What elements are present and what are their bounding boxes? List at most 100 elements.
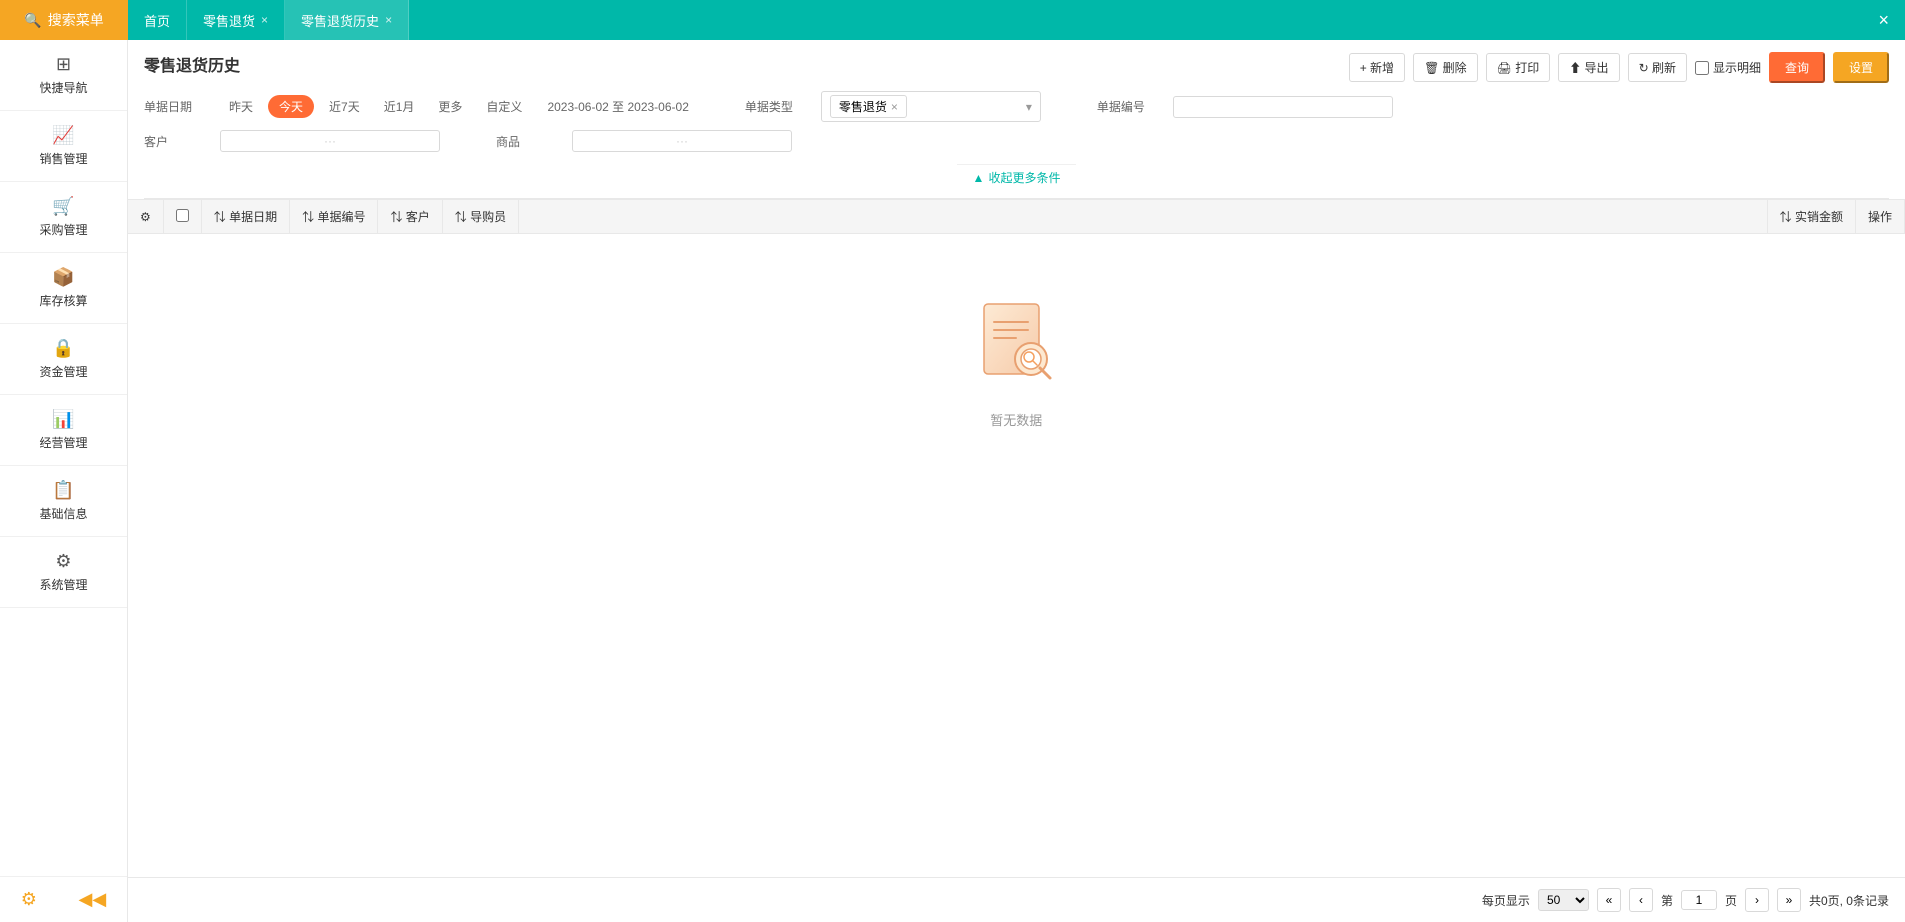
type-filter-select[interactable]: 零售退货 × ▾ <box>821 91 1041 122</box>
table-wrapper: ⚙ ⇅ 单据日期 ⇅ 单据编号 ⇅ 客户 <box>128 200 1905 877</box>
sidebar-item-basic-info[interactable]: 📋 基础信息 <box>0 466 127 537</box>
goods-placeholder: ··· <box>676 134 688 148</box>
audio-bottom-icon[interactable]: ◀◀ <box>79 889 107 910</box>
sales-icon: 📈 <box>52 125 74 146</box>
docnum-filter-input[interactable] <box>1173 96 1393 118</box>
th-spacer <box>519 200 1768 234</box>
page-num-input[interactable] <box>1681 890 1717 910</box>
date-more[interactable]: 更多 <box>429 95 471 118</box>
page-first-button[interactable]: « <box>1597 888 1621 912</box>
th-customer[interactable]: ⇅ 客户 <box>378 200 442 234</box>
export-button[interactable]: ⬆ 导出 <box>1558 53 1619 82</box>
page-prev-button[interactable]: ‹ <box>1629 888 1653 912</box>
empty-text: 暂无数据 <box>990 410 1042 429</box>
top-bar: 🔍 搜索菜单 首页 零售退货 × 零售退货历史 × × <box>0 0 1905 40</box>
sidebar-item-operations[interactable]: 📊 经营管理 <box>0 395 127 466</box>
type-tag-close[interactable]: × <box>891 100 898 114</box>
page-next-button[interactable]: › <box>1745 888 1769 912</box>
search-menu-label: 搜索菜单 <box>48 10 104 30</box>
window-close-button[interactable]: × <box>1878 10 1889 31</box>
empty-state: 暂无数据 <box>128 234 1905 489</box>
page-last-button[interactable]: » <box>1777 888 1801 912</box>
display-detail-label: 显示明细 <box>1713 59 1761 76</box>
customer-filter-input[interactable]: ··· <box>220 130 440 152</box>
goods-filter-label: 商品 <box>496 133 556 150</box>
sidebar-item-basic-info-label: 基础信息 <box>39 505 87 522</box>
tab-retail-return[interactable]: 零售退货 × <box>187 0 285 40</box>
th-num[interactable]: ⇅ 单据编号 <box>290 200 378 234</box>
th-gear[interactable]: ⚙ <box>128 200 163 234</box>
new-button[interactable]: + 新增 <box>1349 53 1405 82</box>
th-date-label: ⇅ 单据日期 <box>214 210 277 224</box>
date-7days[interactable]: 近7天 <box>320 95 369 118</box>
empty-row: 暂无数据 <box>128 234 1905 490</box>
sidebar-item-finance[interactable]: 🔒 资金管理 <box>0 324 127 395</box>
date-1month[interactable]: 近1月 <box>375 95 424 118</box>
data-table: ⚙ ⇅ 单据日期 ⇅ 单据编号 ⇅ 客户 <box>128 200 1905 489</box>
sidebar-item-sales[interactable]: 📈 销售管理 <box>0 111 127 182</box>
sidebar-item-system-label: 系统管理 <box>39 576 87 593</box>
date-today[interactable]: 今天 <box>268 95 314 118</box>
date-range-value: 2023-06-02 至 2023-06-02 <box>547 98 688 115</box>
tab-retail-return-history-close[interactable]: × <box>385 13 392 27</box>
th-checkbox[interactable] <box>163 200 201 234</box>
th-customer-label: ⇅ 客户 <box>390 210 429 224</box>
th-date[interactable]: ⇅ 单据日期 <box>201 200 289 234</box>
page-suffix: 页 <box>1725 892 1737 909</box>
display-switch: 显示明细 <box>1695 59 1761 76</box>
refresh-button[interactable]: ↻ 刷新 <box>1628 53 1687 82</box>
pagination-bar: 每页显示 20 50 100 « ‹ 第 页 › » 共0页, 0条记录 <box>128 877 1905 922</box>
finance-icon: 🔒 <box>52 338 74 359</box>
purchase-icon: 🛒 <box>52 196 74 217</box>
sidebar-item-inventory[interactable]: 📦 库存核算 <box>0 253 127 324</box>
inventory-icon: 📦 <box>52 267 74 288</box>
page-size-select[interactable]: 20 50 100 <box>1538 889 1589 911</box>
query-button[interactable]: 查询 <box>1769 52 1825 83</box>
delete-button[interactable]: 🗑 删除 <box>1413 53 1478 82</box>
sidebar-item-purchase[interactable]: 🛒 采购管理 <box>0 182 127 253</box>
layout: ⊞ 快捷导航 📈 销售管理 🛒 采购管理 📦 库存核算 🔒 资金管理 📊 经营管… <box>0 40 1905 922</box>
tab-retail-return-history[interactable]: 零售退货历史 × <box>285 0 409 40</box>
display-detail-checkbox[interactable] <box>1695 61 1709 75</box>
system-icon: ⚙ <box>55 551 71 572</box>
basic-info-icon: 📋 <box>52 480 74 501</box>
select-all-checkbox[interactable] <box>176 209 189 222</box>
th-action: 操作 <box>1855 200 1904 234</box>
tab-retail-return-history-label: 零售退货历史 <box>301 11 379 30</box>
sidebar-item-finance-label: 资金管理 <box>39 363 87 380</box>
sidebar-item-system[interactable]: ⚙ 系统管理 <box>0 537 127 608</box>
page-header: 零售退货历史 + 新增 🗑 删除 🖨 打印 ⬆ 导出 ↻ 刷新 显示明细 查询 … <box>128 40 1905 200</box>
th-amount[interactable]: ⇅ 实销金额 <box>1767 200 1855 234</box>
date-yesterday[interactable]: 昨天 <box>220 95 262 118</box>
search-menu-button[interactable]: 🔍 搜索菜单 <box>0 0 128 40</box>
tab-home[interactable]: 首页 <box>128 0 187 40</box>
top-bar-right: × <box>1878 10 1905 31</box>
main-content: 零售退货历史 + 新增 🗑 删除 🖨 打印 ⬆ 导出 ↻ 刷新 显示明细 查询 … <box>128 40 1905 922</box>
type-dropdown-icon: ▾ <box>1026 100 1032 114</box>
sidebar-item-inventory-label: 库存核算 <box>39 292 87 309</box>
date-custom[interactable]: 自定义 <box>477 95 531 118</box>
sidebar-item-quick-nav[interactable]: ⊞ 快捷导航 <box>0 40 127 111</box>
th-action-label: 操作 <box>1868 210 1892 224</box>
docnum-filter-label: 单据编号 <box>1097 98 1157 115</box>
operations-icon: 📊 <box>52 409 74 430</box>
tab-retail-return-close[interactable]: × <box>261 13 268 27</box>
print-button[interactable]: 🖨 打印 <box>1486 53 1551 82</box>
pagination-summary: 共0页, 0条记录 <box>1809 892 1889 909</box>
tab-retail-return-label: 零售退货 <box>203 11 255 30</box>
type-tag-value: 零售退货 <box>839 98 887 115</box>
page-title: 零售退货历史 <box>144 52 240 76</box>
th-amount-label: ⇅ 实销金额 <box>1780 210 1843 224</box>
filter-area: 单据日期 昨天 今天 近7天 近1月 更多 自定义 2023-06-02 至 2… <box>144 91 1889 199</box>
page-size-label: 每页显示 <box>1482 892 1530 909</box>
setting-button[interactable]: 设置 <box>1833 52 1889 83</box>
th-guide[interactable]: ⇅ 导购员 <box>442 200 518 234</box>
filter-row-2: 客户 ··· 商品 ··· <box>144 130 1889 152</box>
collapse-button[interactable]: ▲ 收起更多条件 <box>957 164 1077 190</box>
settings-bottom-icon[interactable]: ⚙ <box>21 889 37 910</box>
gear-icon[interactable]: ⚙ <box>140 210 151 224</box>
customer-placeholder: ··· <box>324 134 336 148</box>
top-bar-left: 🔍 搜索菜单 首页 零售退货 × 零售退货历史 × <box>0 0 409 40</box>
goods-filter-input[interactable]: ··· <box>572 130 792 152</box>
collapse-arrow-icon: ▲ <box>973 171 985 185</box>
